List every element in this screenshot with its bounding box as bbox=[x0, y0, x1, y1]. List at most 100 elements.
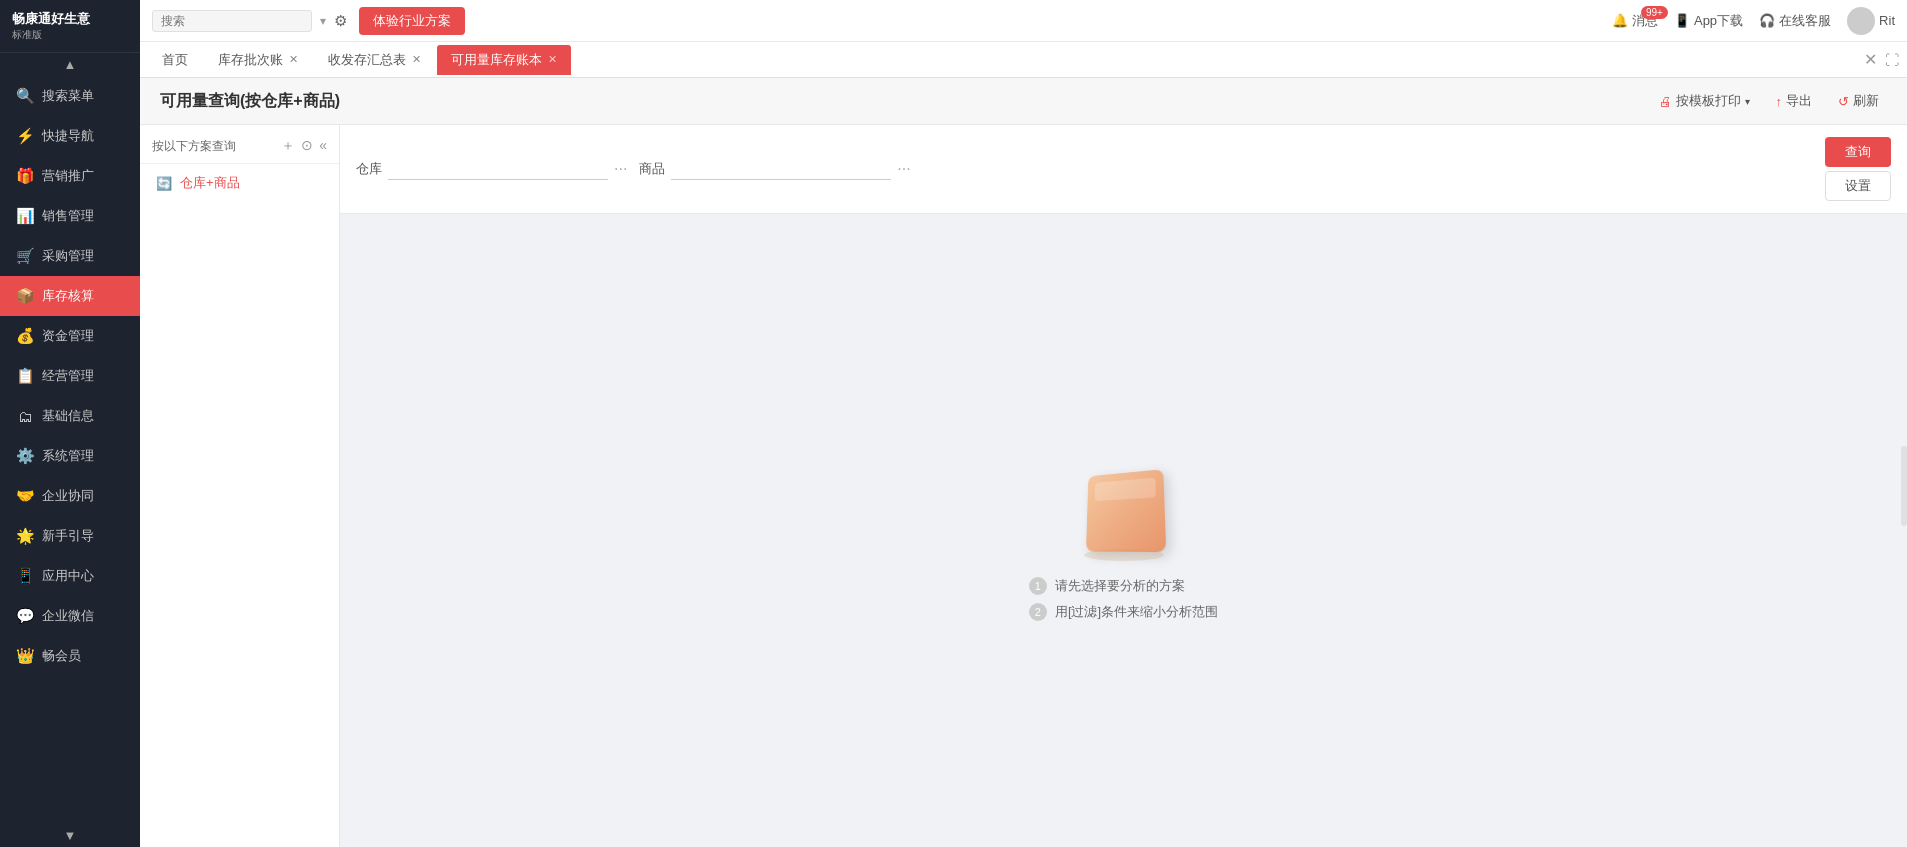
refresh-label: 刷新 bbox=[1853, 92, 1879, 110]
sidebar-item-sales[interactable]: 📊 销售管理 bbox=[0, 196, 140, 236]
sidebar-item-label: 基础信息 bbox=[42, 407, 94, 425]
sidebar-item-shortcut[interactable]: ⚡ 快捷导航 bbox=[0, 116, 140, 156]
warehouse-input[interactable] bbox=[388, 158, 608, 180]
username-label: Rit bbox=[1879, 13, 1895, 28]
sidebar-item-purchase[interactable]: 🛒 采购管理 bbox=[0, 236, 140, 276]
sidebar-item-inventory[interactable]: 📦 库存核算 bbox=[0, 276, 140, 316]
close-icon[interactable]: ✕ bbox=[548, 53, 557, 66]
export-button[interactable]: ↑ 导出 bbox=[1768, 88, 1821, 114]
empty-tip-1: 1 请先选择要分析的方案 bbox=[1029, 577, 1218, 595]
settings-icon[interactable]: ⚙ bbox=[334, 12, 347, 30]
tabs-expand-button[interactable]: ⛶ bbox=[1885, 52, 1899, 68]
close-icon[interactable]: ✕ bbox=[289, 53, 298, 66]
sidebar-item-wechat[interactable]: 💬 企业微信 bbox=[0, 596, 140, 636]
sidebar-scroll-up[interactable]: ▲ bbox=[0, 53, 140, 76]
sidebar-item-system[interactable]: ⚙️ 系统管理 bbox=[0, 436, 140, 476]
sidebar-item-member[interactable]: 👑 畅会员 bbox=[0, 636, 140, 676]
filter-item-warehouse-goods[interactable]: 🔄 仓库+商品 bbox=[140, 164, 339, 202]
message-button[interactable]: 🔔 消息 99+ bbox=[1612, 12, 1658, 30]
sidebar-item-label: 搜索菜单 bbox=[42, 87, 94, 105]
trial-button[interactable]: 体验行业方案 bbox=[359, 7, 465, 35]
sidebar-item-marketing[interactable]: 🎁 营销推广 bbox=[0, 156, 140, 196]
wechat-icon: 💬 bbox=[16, 607, 34, 625]
refresh-button[interactable]: ↺ 刷新 bbox=[1830, 88, 1887, 114]
empty-state: 1 请先选择要分析的方案 2 用[过滤]条件来缩小分析范围 bbox=[340, 214, 1907, 847]
tab-label: 可用量库存账本 bbox=[451, 51, 542, 69]
warehouse-field: 仓库 ··· bbox=[356, 158, 627, 180]
filter-header-actions: ＋ ⊙ « bbox=[281, 137, 327, 155]
app-download-label: App下载 bbox=[1694, 12, 1743, 30]
print-button[interactable]: 🖨 按模板打印 ▾ bbox=[1651, 88, 1758, 114]
tab-home[interactable]: 首页 bbox=[148, 45, 202, 75]
goods-more-icon[interactable]: ··· bbox=[897, 160, 910, 178]
sidebar-item-search[interactable]: 🔍 搜索菜单 bbox=[0, 76, 140, 116]
headset-icon: 🎧 bbox=[1759, 13, 1775, 28]
tabs-close-all-button[interactable]: ✕ bbox=[1864, 50, 1877, 69]
user-menu[interactable]: Rit bbox=[1847, 7, 1895, 35]
add-icon[interactable]: ＋ bbox=[281, 137, 295, 155]
box-illustration bbox=[1085, 469, 1165, 552]
sidebar-item-app-center[interactable]: 📱 应用中心 bbox=[0, 556, 140, 596]
sidebar-logo: 畅康通好生意 标准版 bbox=[0, 0, 140, 53]
query-conditions: 仓库 ··· 商品 ··· 查询 设置 bbox=[340, 125, 1907, 214]
goods-label: 商品 bbox=[639, 160, 665, 178]
online-service-label: 在线客服 bbox=[1779, 12, 1831, 30]
warehouse-more-icon[interactable]: ··· bbox=[614, 160, 627, 178]
message-badge: 99+ bbox=[1641, 6, 1668, 19]
empty-illustration bbox=[1064, 441, 1184, 561]
sidebar-scroll-down[interactable]: ▼ bbox=[0, 824, 140, 847]
tip-num-2: 2 bbox=[1029, 603, 1047, 621]
sidebar-item-enterprise[interactable]: 🤝 企业协同 bbox=[0, 476, 140, 516]
sidebar-item-label: 快捷导航 bbox=[42, 127, 94, 145]
sidebar-item-newbie[interactable]: 🌟 新手引导 bbox=[0, 516, 140, 556]
sidebar-item-label: 系统管理 bbox=[42, 447, 94, 465]
handshake-icon: 🤝 bbox=[16, 487, 34, 505]
sidebar-item-label: 采购管理 bbox=[42, 247, 94, 265]
tab-batch-ledger[interactable]: 库存批次账 ✕ bbox=[204, 45, 312, 75]
warehouse-label: 仓库 bbox=[356, 160, 382, 178]
tab-receipt-summary[interactable]: 收发存汇总表 ✕ bbox=[314, 45, 435, 75]
refresh-icon: ↺ bbox=[1838, 94, 1849, 109]
page-title: 可用量查询(按仓库+商品) bbox=[160, 91, 340, 112]
box-icon: 📦 bbox=[16, 287, 34, 305]
collapse-icon[interactable]: « bbox=[319, 137, 327, 155]
logo-title: 畅康通好生意 bbox=[12, 10, 128, 28]
page-header: 可用量查询(按仓库+商品) 🖨 按模板打印 ▾ ↑ 导出 ↺ 刷新 bbox=[140, 78, 1907, 125]
empty-tips: 1 请先选择要分析的方案 2 用[过滤]条件来缩小分析范围 bbox=[1029, 577, 1218, 621]
filter-header: 按以下方案查询 ＋ ⊙ « bbox=[140, 137, 339, 164]
scroll-hint bbox=[1901, 446, 1907, 526]
clipboard-icon: 📋 bbox=[16, 367, 34, 385]
search-input[interactable] bbox=[152, 10, 312, 32]
sidebar-item-label: 企业协同 bbox=[42, 487, 94, 505]
settings-small-icon[interactable]: ⊙ bbox=[301, 137, 313, 155]
tab-available-ledger[interactable]: 可用量库存账本 ✕ bbox=[437, 45, 571, 75]
bell-icon: 🔔 bbox=[1612, 13, 1628, 28]
sidebar: 畅康通好生意 标准版 ▲ 🔍 搜索菜单 ⚡ 快捷导航 🎁 营销推广 📊 销售管理… bbox=[0, 0, 140, 847]
logo-sub: 标准版 bbox=[12, 28, 128, 42]
topbar-right: 🔔 消息 99+ 📱 App下载 🎧 在线客服 Rit bbox=[1612, 7, 1895, 35]
app-download-button[interactable]: 📱 App下载 bbox=[1674, 12, 1743, 30]
goods-input[interactable] bbox=[671, 158, 891, 180]
chevron-down-icon[interactable]: ▾ bbox=[320, 14, 326, 28]
close-icon[interactable]: ✕ bbox=[412, 53, 421, 66]
sidebar-item-operations[interactable]: 📋 经营管理 bbox=[0, 356, 140, 396]
page-actions: 🖨 按模板打印 ▾ ↑ 导出 ↺ 刷新 bbox=[1651, 88, 1888, 114]
sidebar-item-label: 应用中心 bbox=[42, 567, 94, 585]
query-button[interactable]: 查询 bbox=[1825, 137, 1891, 167]
sidebar-item-label: 企业微信 bbox=[42, 607, 94, 625]
empty-tip-2: 2 用[过滤]条件来缩小分析范围 bbox=[1029, 603, 1218, 621]
search-icon: 🔍 bbox=[16, 87, 34, 105]
online-service-button[interactable]: 🎧 在线客服 bbox=[1759, 12, 1831, 30]
tip-text-1: 请先选择要分析的方案 bbox=[1055, 577, 1185, 595]
tab-label: 库存批次账 bbox=[218, 51, 283, 69]
sidebar-item-finance[interactable]: 💰 资金管理 bbox=[0, 316, 140, 356]
folder-icon: 🗂 bbox=[16, 408, 34, 425]
filter-panel: 按以下方案查询 ＋ ⊙ « 🔄 仓库+商品 bbox=[140, 125, 340, 847]
sidebar-item-basic[interactable]: 🗂 基础信息 bbox=[0, 396, 140, 436]
tab-label: 首页 bbox=[162, 51, 188, 69]
money-icon: 💰 bbox=[16, 327, 34, 345]
settings-button[interactable]: 设置 bbox=[1825, 171, 1891, 201]
mobile-icon: 📱 bbox=[16, 567, 34, 585]
flash-icon: ⚡ bbox=[16, 127, 34, 145]
tabs-bar: 首页 库存批次账 ✕ 收发存汇总表 ✕ 可用量库存账本 ✕ ✕ ⛶ bbox=[140, 42, 1907, 78]
